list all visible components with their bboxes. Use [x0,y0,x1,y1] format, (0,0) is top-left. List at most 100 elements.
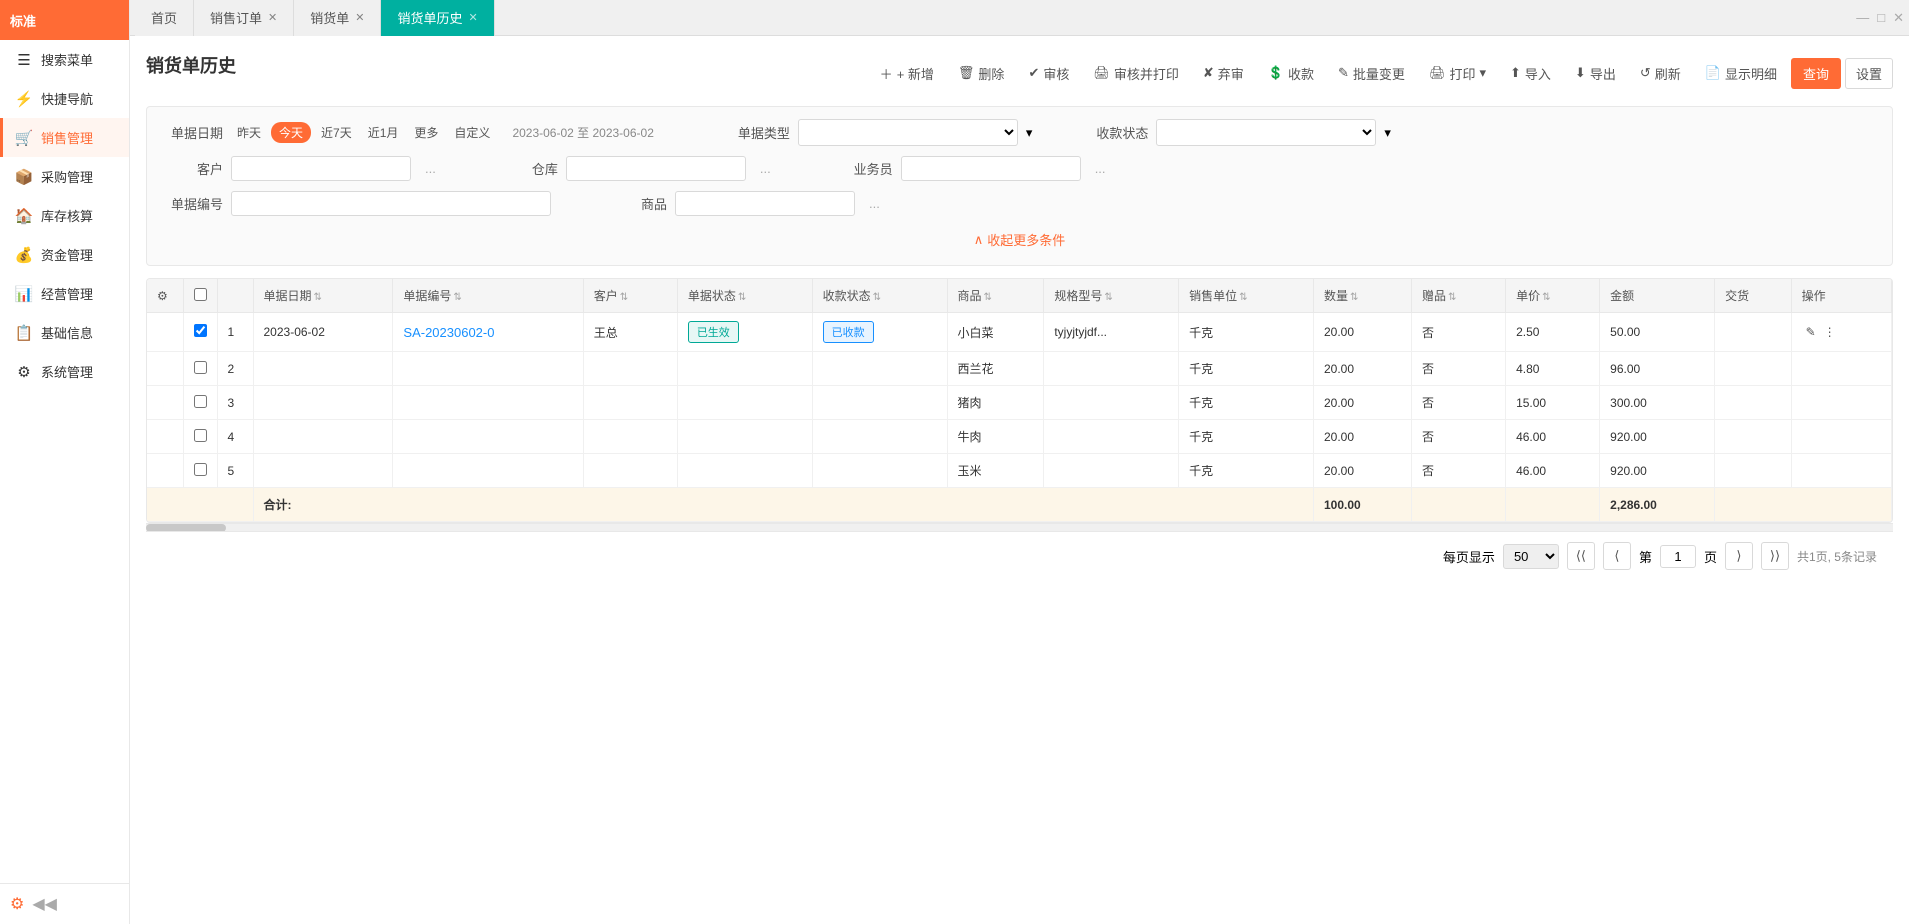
table-row: 4 牛肉 千克 20.00 否 46.00 920.00 [147,420,1892,454]
cell-unit: 千克 [1179,352,1314,386]
sidebar-item-sales[interactable]: 🛒 销售管理 [0,118,129,157]
tab-maximize-icon[interactable]: □ [1877,10,1885,25]
prev-page-btn[interactable]: ⟨ [1603,542,1631,570]
th-status[interactable]: 单据状态⇅ [677,279,812,313]
date-shortcut-custom[interactable]: 自定义 [448,122,496,143]
delete-button[interactable]: 🗑 删除 [948,58,1015,89]
date-shortcut-today[interactable]: 今天 [271,122,311,143]
review-button[interactable]: ✔ 审核 [1018,58,1079,89]
review-print-button[interactable]: 🖨 审核并打印 [1083,58,1189,89]
cell-gift: 否 [1411,313,1505,352]
tab-sales-goods-close[interactable]: ✕ [355,11,364,24]
filter-expand-btn[interactable]: ∧ 收起更多条件 [163,226,1876,253]
warehouse-ellipsis[interactable]: ... [754,157,777,180]
select-all-checkbox[interactable] [194,288,207,301]
date-shortcut-more[interactable]: 更多 [408,122,444,143]
customer-ellipsis[interactable]: ... [419,157,442,180]
batch-change-button[interactable]: ✎ 批量变更 [1328,58,1415,89]
goods-input[interactable] [675,191,855,216]
cell-check[interactable] [183,420,217,454]
tab-minimize-icon[interactable]: — [1856,10,1869,25]
th-unit[interactable]: 销售单位⇅ [1179,279,1314,313]
th-quantity[interactable]: 数量⇅ [1314,279,1412,313]
salesperson-input[interactable] [901,156,1081,181]
tab-sales-order-close[interactable]: ✕ [268,11,277,24]
sidebar-settings-icon[interactable]: ⚙ [10,894,24,914]
th-date[interactable]: 单据日期⇅ [253,279,393,313]
row-checkbox[interactable] [194,361,207,374]
main-area: 首页 销售订单 ✕ 销货单 ✕ 销货单历史 ✕ — □ ✕ 销货单历史 ＋ [130,0,1909,924]
table-row: 5 玉米 千克 20.00 否 46.00 920.00 [147,454,1892,488]
sidebar-item-search-menu[interactable]: ☰ 搜索菜单 [0,40,129,79]
cell-customer [583,386,677,420]
last-page-btn[interactable]: ⟩⟩ [1761,542,1789,570]
more-action-btn[interactable]: ⋮ [1820,323,1840,341]
cell-check[interactable] [183,313,217,352]
collect-button[interactable]: 💲 收款 [1258,58,1324,89]
row-checkbox[interactable] [194,324,207,337]
next-page-btn[interactable]: ⟩ [1725,542,1753,570]
th-goods[interactable]: 商品⇅ [947,279,1044,313]
order-no-link[interactable]: SA-20230602-0 [403,325,494,340]
th-price[interactable]: 单价⇅ [1506,279,1600,313]
first-page-btn[interactable]: ⟨⟨ [1567,542,1595,570]
sidebar-item-inventory[interactable]: 🏠 库存核算 [0,196,129,235]
query-button[interactable]: 查询 [1791,58,1841,89]
import-button[interactable]: ⬆ 导入 [1500,58,1561,89]
cell-action [1791,352,1891,386]
page-number-input[interactable] [1660,545,1696,568]
date-shortcut-1month[interactable]: 近1月 [362,122,405,143]
page-size-select[interactable]: 50 100 200 [1503,544,1559,569]
tab-sales-history[interactable]: 销货单历史 ✕ [381,0,494,36]
tab-close-icon[interactable]: ✕ [1893,10,1904,26]
th-order-no[interactable]: 单据编号⇅ [393,279,583,313]
sidebar-item-basic[interactable]: 📋 基础信息 [0,313,129,352]
salesperson-ellipsis[interactable]: ... [1089,157,1112,180]
order-no-input[interactable] [231,191,551,216]
th-customer[interactable]: 客户⇅ [583,279,677,313]
th-settings[interactable]: ⚙ [147,279,183,313]
th-spec[interactable]: 规格型号⇅ [1044,279,1179,313]
sidebar-collapse-icon[interactable]: ◀◀ [32,894,57,914]
tab-sales-goods-label: 销货单 [310,8,349,27]
refresh-button[interactable]: ↺ 刷新 [1630,58,1691,89]
th-check[interactable] [183,279,217,313]
page-title: 销货单历史 [146,52,236,78]
sidebar-item-finance[interactable]: 💰 资金管理 [0,235,129,274]
row-checkbox[interactable] [194,429,207,442]
goods-ellipsis[interactable]: ... [863,192,886,215]
add-button[interactable]: ＋ + 新增 [870,58,944,89]
row-checkbox[interactable] [194,463,207,476]
date-shortcut-yesterday[interactable]: 昨天 [231,122,267,143]
tab-sales-goods[interactable]: 销货单 ✕ [294,0,381,36]
type-select[interactable] [798,119,1018,146]
sidebar-item-purchase[interactable]: 📦 采购管理 [0,157,129,196]
abandon-button[interactable]: ✘ 弃审 [1193,58,1254,89]
th-payment-status[interactable]: 收款状态⇅ [812,279,947,313]
warehouse-input[interactable] [566,156,746,181]
type-dropdown-icon: ▾ [1026,125,1033,141]
payment-select[interactable] [1156,119,1376,146]
print-button[interactable]: 🖨 打印 ▾ [1419,58,1496,89]
export-button[interactable]: ⬇ 导出 [1565,58,1626,89]
customer-input[interactable] [231,156,411,181]
tab-sales-history-close[interactable]: ✕ [469,11,478,24]
cell-check[interactable] [183,386,217,420]
row-checkbox[interactable] [194,395,207,408]
cell-check[interactable] [183,352,217,386]
tab-home[interactable]: 首页 [135,0,194,36]
show-detail-button[interactable]: 📄 显示明细 [1695,58,1787,89]
edit-action-btn[interactable]: ✎ [1802,323,1820,341]
settings-button[interactable]: 设置 [1845,58,1893,89]
th-gift[interactable]: 赠品⇅ [1411,279,1505,313]
sidebar-item-operation[interactable]: 📊 经营管理 [0,274,129,313]
horizontal-scrollbar[interactable] [146,523,1893,531]
tab-sales-order[interactable]: 销售订单 ✕ [194,0,294,36]
cell-spec: tyjyjtyjdf... [1044,313,1179,352]
sidebar-item-system[interactable]: ⚙ 系统管理 [0,352,129,391]
date-shortcut-7days[interactable]: 近7天 [315,122,358,143]
order-no-label: 单据编号 [163,194,223,213]
sidebar-item-quick-nav[interactable]: ⚡ 快捷导航 [0,79,129,118]
cell-settings [147,313,183,352]
cell-check[interactable] [183,454,217,488]
